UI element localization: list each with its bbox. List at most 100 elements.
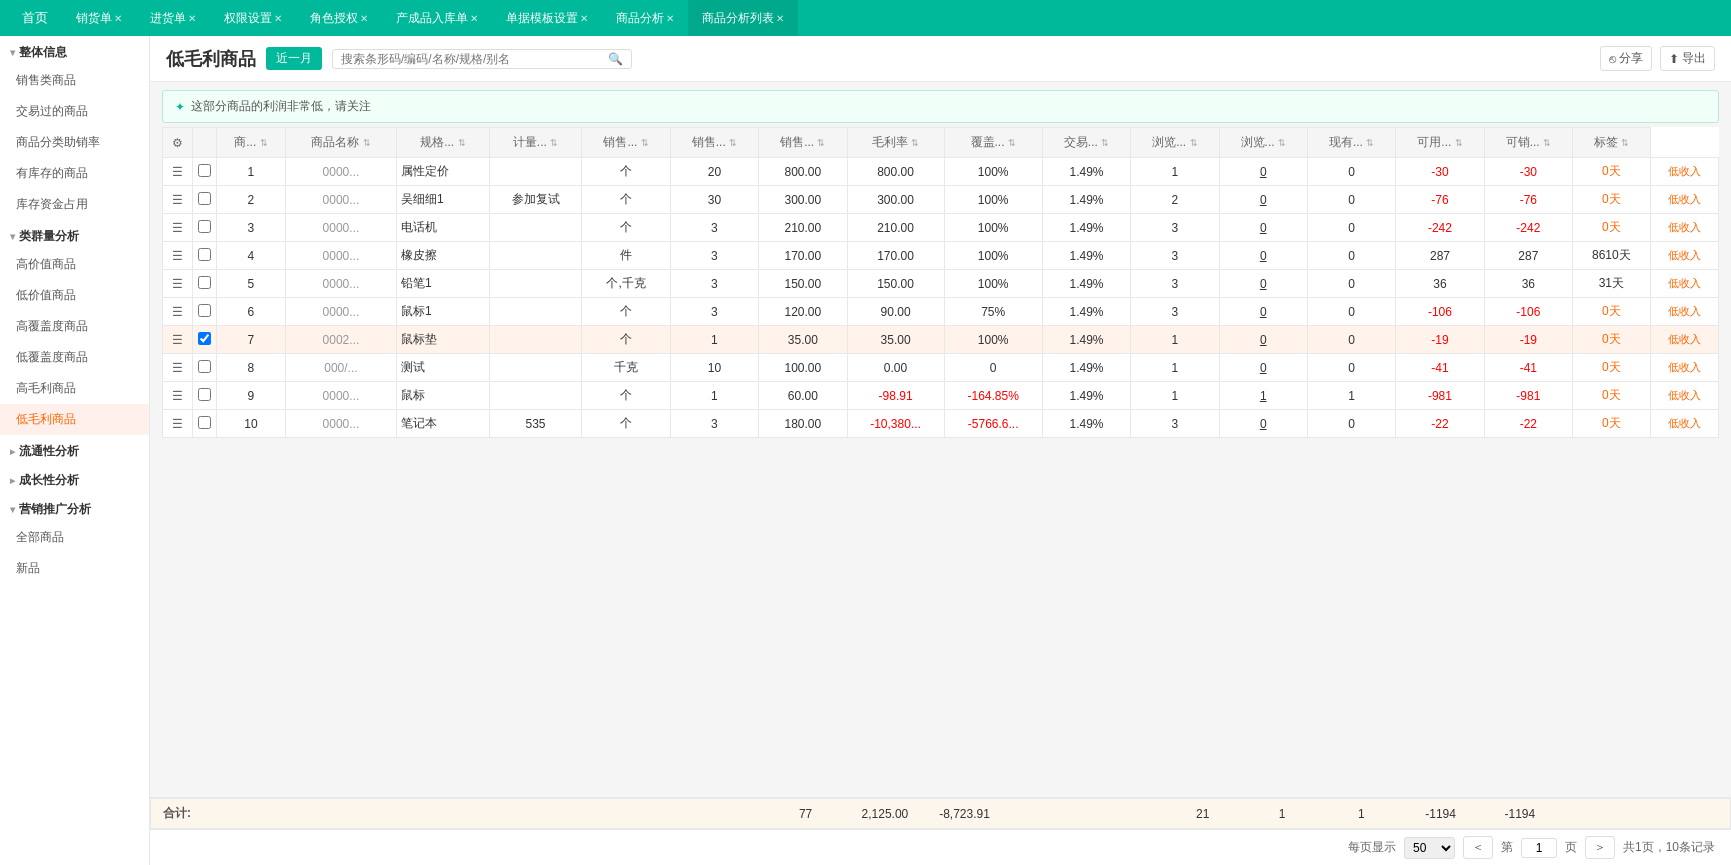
row-name-7[interactable]: 测试: [397, 354, 490, 382]
row-name-6[interactable]: 鼠标垫: [397, 326, 490, 354]
row-settings-3[interactable]: ☰: [163, 242, 193, 270]
nav-close-role[interactable]: ✕: [360, 13, 368, 24]
search-icon[interactable]: 🔍: [608, 52, 623, 66]
sidebar-item-low-margin[interactable]: 低毛利商品: [0, 404, 149, 435]
nav-home[interactable]: 首页: [8, 0, 62, 36]
col-available[interactable]: 可用... ⇅: [1396, 128, 1484, 158]
sidebar-item-low-coverage[interactable]: 低覆盖度商品: [0, 342, 149, 373]
row-settings-2[interactable]: ☰: [163, 214, 193, 242]
row-checkbox-4[interactable]: [193, 270, 217, 298]
row-settings-9[interactable]: ☰: [163, 410, 193, 438]
row-browse1-3[interactable]: 0: [1219, 242, 1307, 270]
row-settings-6[interactable]: ☰: [163, 326, 193, 354]
row-browse1-7[interactable]: 0: [1219, 354, 1307, 382]
row-settings-4[interactable]: ☰: [163, 270, 193, 298]
nav-close-product-analysis-list[interactable]: ✕: [776, 13, 784, 24]
share-button[interactable]: ⎋ 分享: [1600, 46, 1652, 71]
nav-close-product-stock[interactable]: ✕: [470, 13, 478, 24]
sidebar-item-high-margin[interactable]: 高毛利商品: [0, 373, 149, 404]
sidebar-item-stock-capital[interactable]: 库存资金占用: [0, 189, 149, 220]
row-settings-7[interactable]: ☰: [163, 354, 193, 382]
row-browse1-2[interactable]: 0: [1219, 214, 1307, 242]
row-checkbox-1[interactable]: [193, 186, 217, 214]
sidebar-group-marketing[interactable]: ▾ 营销推广分析: [0, 493, 149, 522]
col-saleable[interactable]: 可销... ⇅: [1484, 128, 1572, 158]
sidebar-item-low-value[interactable]: 低价值商品: [0, 280, 149, 311]
row-name-4[interactable]: 铅笔1: [397, 270, 490, 298]
sidebar-item-high-value[interactable]: 高价值商品: [0, 249, 149, 280]
sidebar-item-sales-products[interactable]: 销售类商品: [0, 65, 149, 96]
row-checkbox-3[interactable]: [193, 242, 217, 270]
row-browse1-6[interactable]: 0: [1219, 326, 1307, 354]
sidebar-item-category-rate[interactable]: 商品分类助销率: [0, 127, 149, 158]
nav-template[interactable]: 单据模板设置 ✕: [492, 0, 602, 36]
row-name-8[interactable]: 鼠标: [397, 382, 490, 410]
nav-product-analysis-list[interactable]: 商品分析列表 ✕: [688, 0, 798, 36]
col-tag[interactable]: 标签 ⇅: [1573, 128, 1651, 158]
col-name[interactable]: 商品名称 ⇅: [285, 128, 396, 158]
row-name-2[interactable]: 电话机: [397, 214, 490, 242]
row-browse1-0[interactable]: 0: [1219, 158, 1307, 186]
nav-close-sales[interactable]: ✕: [114, 13, 122, 24]
col-sales-qty[interactable]: 销售... ⇅: [582, 128, 670, 158]
next-page-button[interactable]: ＞: [1585, 836, 1615, 859]
row-settings-5[interactable]: ☰: [163, 298, 193, 326]
sidebar-item-traded-products[interactable]: 交易过的商品: [0, 96, 149, 127]
col-unit[interactable]: 计量... ⇅: [489, 128, 582, 158]
col-sales-price[interactable]: 销售... ⇅: [670, 128, 758, 158]
col-trade-count[interactable]: 交易... ⇅: [1042, 128, 1130, 158]
col-browse1[interactable]: 浏览... ⇅: [1131, 128, 1219, 158]
sidebar-item-all-products[interactable]: 全部商品: [0, 522, 149, 553]
col-code[interactable]: 商... ⇅: [217, 128, 286, 158]
col-gross-rate[interactable]: 毛利率 ⇅: [847, 128, 944, 158]
row-name-0[interactable]: 属性定价: [397, 158, 490, 186]
col-spec[interactable]: 规格... ⇅: [397, 128, 490, 158]
sidebar-item-high-coverage[interactable]: 高覆盖度商品: [0, 311, 149, 342]
row-browse1-9[interactable]: 0: [1219, 410, 1307, 438]
row-name-1[interactable]: 吴细细1: [397, 186, 490, 214]
col-cover-rate[interactable]: 覆盖... ⇅: [944, 128, 1042, 158]
nav-close-template[interactable]: ✕: [580, 13, 588, 24]
nav-product-analysis[interactable]: 商品分析 ✕: [602, 0, 688, 36]
row-checkbox-2[interactable]: [193, 214, 217, 242]
col-browse2[interactable]: 浏览... ⇅: [1219, 128, 1307, 158]
nav-role[interactable]: 角色授权 ✕: [296, 0, 382, 36]
row-settings-8[interactable]: ☰: [163, 382, 193, 410]
col-current-stock[interactable]: 现有... ⇅: [1307, 128, 1395, 158]
prev-page-button[interactable]: ＜: [1463, 836, 1493, 859]
col-sales-amount[interactable]: 销售... ⇅: [759, 128, 847, 158]
col-settings[interactable]: ⚙: [163, 128, 193, 158]
row-name-5[interactable]: 鼠标1: [397, 298, 490, 326]
row-settings-0[interactable]: ☰: [163, 158, 193, 186]
nav-permission[interactable]: 权限设置 ✕: [210, 0, 296, 36]
sidebar-group-overall[interactable]: ▾ 整体信息: [0, 36, 149, 65]
nav-purchase[interactable]: 进货单 ✕: [136, 0, 210, 36]
sidebar-item-new-products[interactable]: 新品: [0, 553, 149, 584]
date-filter-button[interactable]: 近一月: [266, 47, 322, 70]
row-browse1-4[interactable]: 0: [1219, 270, 1307, 298]
row-checkbox-0[interactable]: [193, 158, 217, 186]
nav-sales[interactable]: 销货单 ✕: [62, 0, 136, 36]
row-settings-1[interactable]: ☰: [163, 186, 193, 214]
row-browse1-1[interactable]: 0: [1219, 186, 1307, 214]
row-name-9[interactable]: 笔记本: [397, 410, 490, 438]
nav-close-purchase[interactable]: ✕: [188, 13, 196, 24]
export-button[interactable]: ⬆ 导出: [1660, 46, 1715, 71]
row-checkbox-5[interactable]: [193, 298, 217, 326]
sidebar-item-in-stock[interactable]: 有库存的商品: [0, 158, 149, 189]
page-number-input[interactable]: [1521, 838, 1557, 858]
sidebar-group-cluster[interactable]: ▾ 类群量分析: [0, 220, 149, 249]
search-input[interactable]: [341, 52, 604, 66]
nav-close-product-analysis[interactable]: ✕: [666, 13, 674, 24]
row-checkbox-9[interactable]: [193, 410, 217, 438]
row-checkbox-6[interactable]: [193, 326, 217, 354]
row-checkbox-7[interactable]: [193, 354, 217, 382]
row-browse1-5[interactable]: 0: [1219, 298, 1307, 326]
nav-close-permission[interactable]: ✕: [274, 13, 282, 24]
page-size-select[interactable]: 50 100: [1404, 837, 1455, 859]
row-browse1-8[interactable]: 1: [1219, 382, 1307, 410]
row-checkbox-8[interactable]: [193, 382, 217, 410]
sidebar-group-flow[interactable]: ▸ 流通性分析: [0, 435, 149, 464]
row-name-3[interactable]: 橡皮擦: [397, 242, 490, 270]
nav-product-stock[interactable]: 产成品入库单 ✕: [382, 0, 492, 36]
